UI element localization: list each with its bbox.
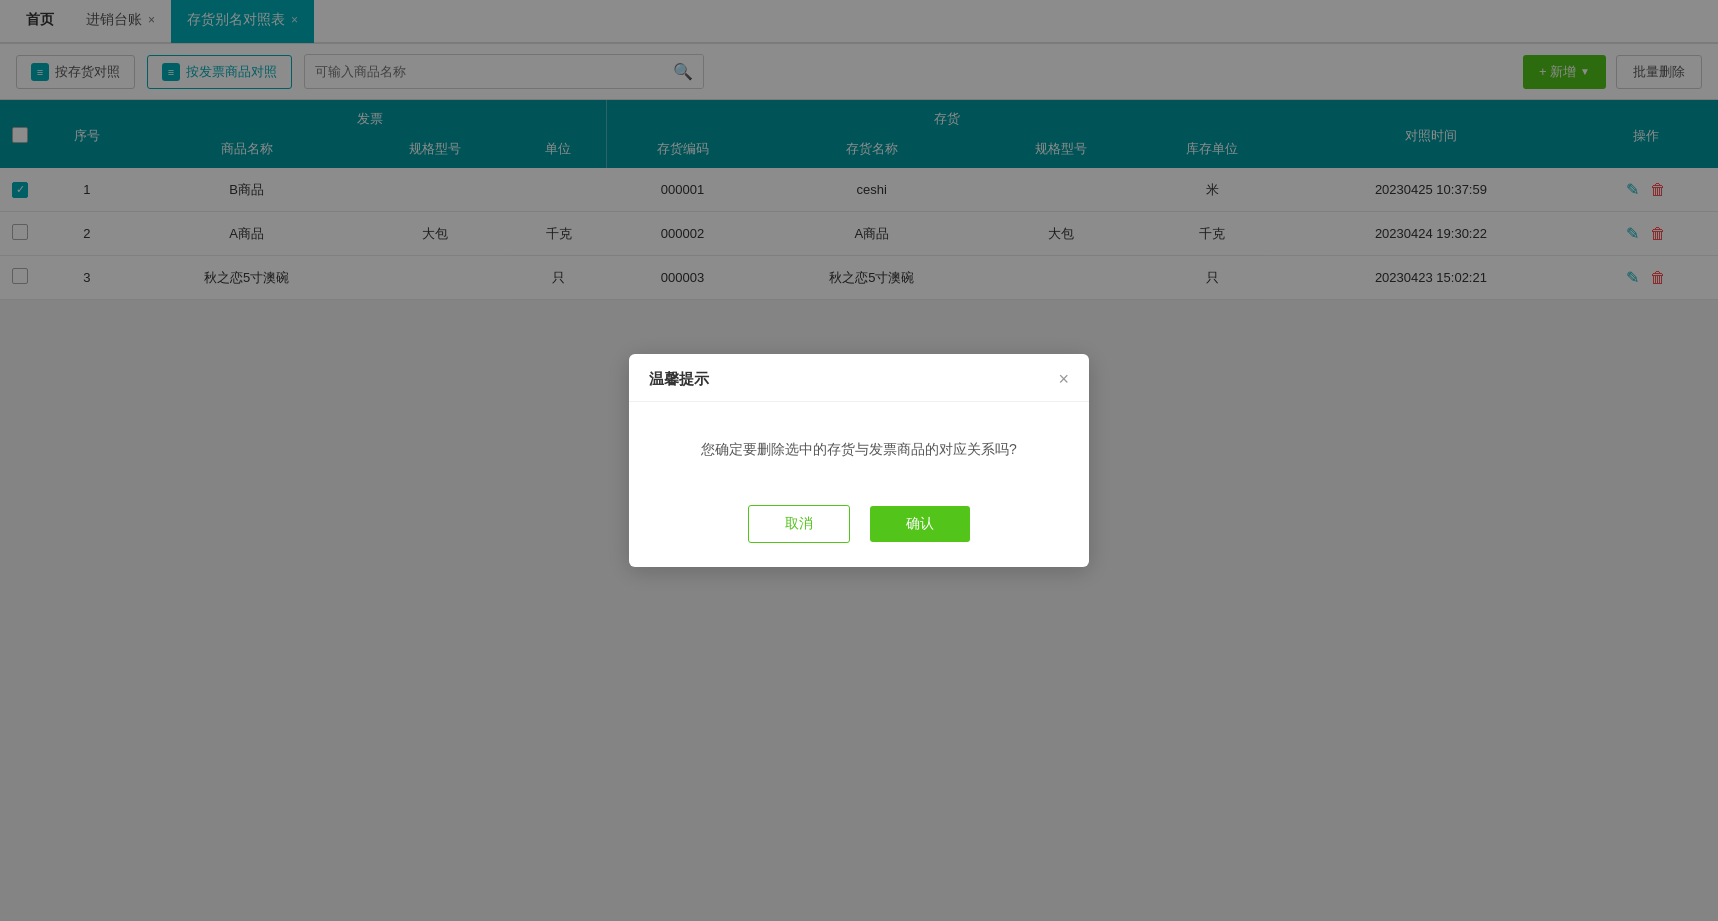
modal-overlay: 温馨提示 × 您确定要删除选中的存货与发票商品的对应关系吗? 取消 确认 <box>0 0 1718 300</box>
